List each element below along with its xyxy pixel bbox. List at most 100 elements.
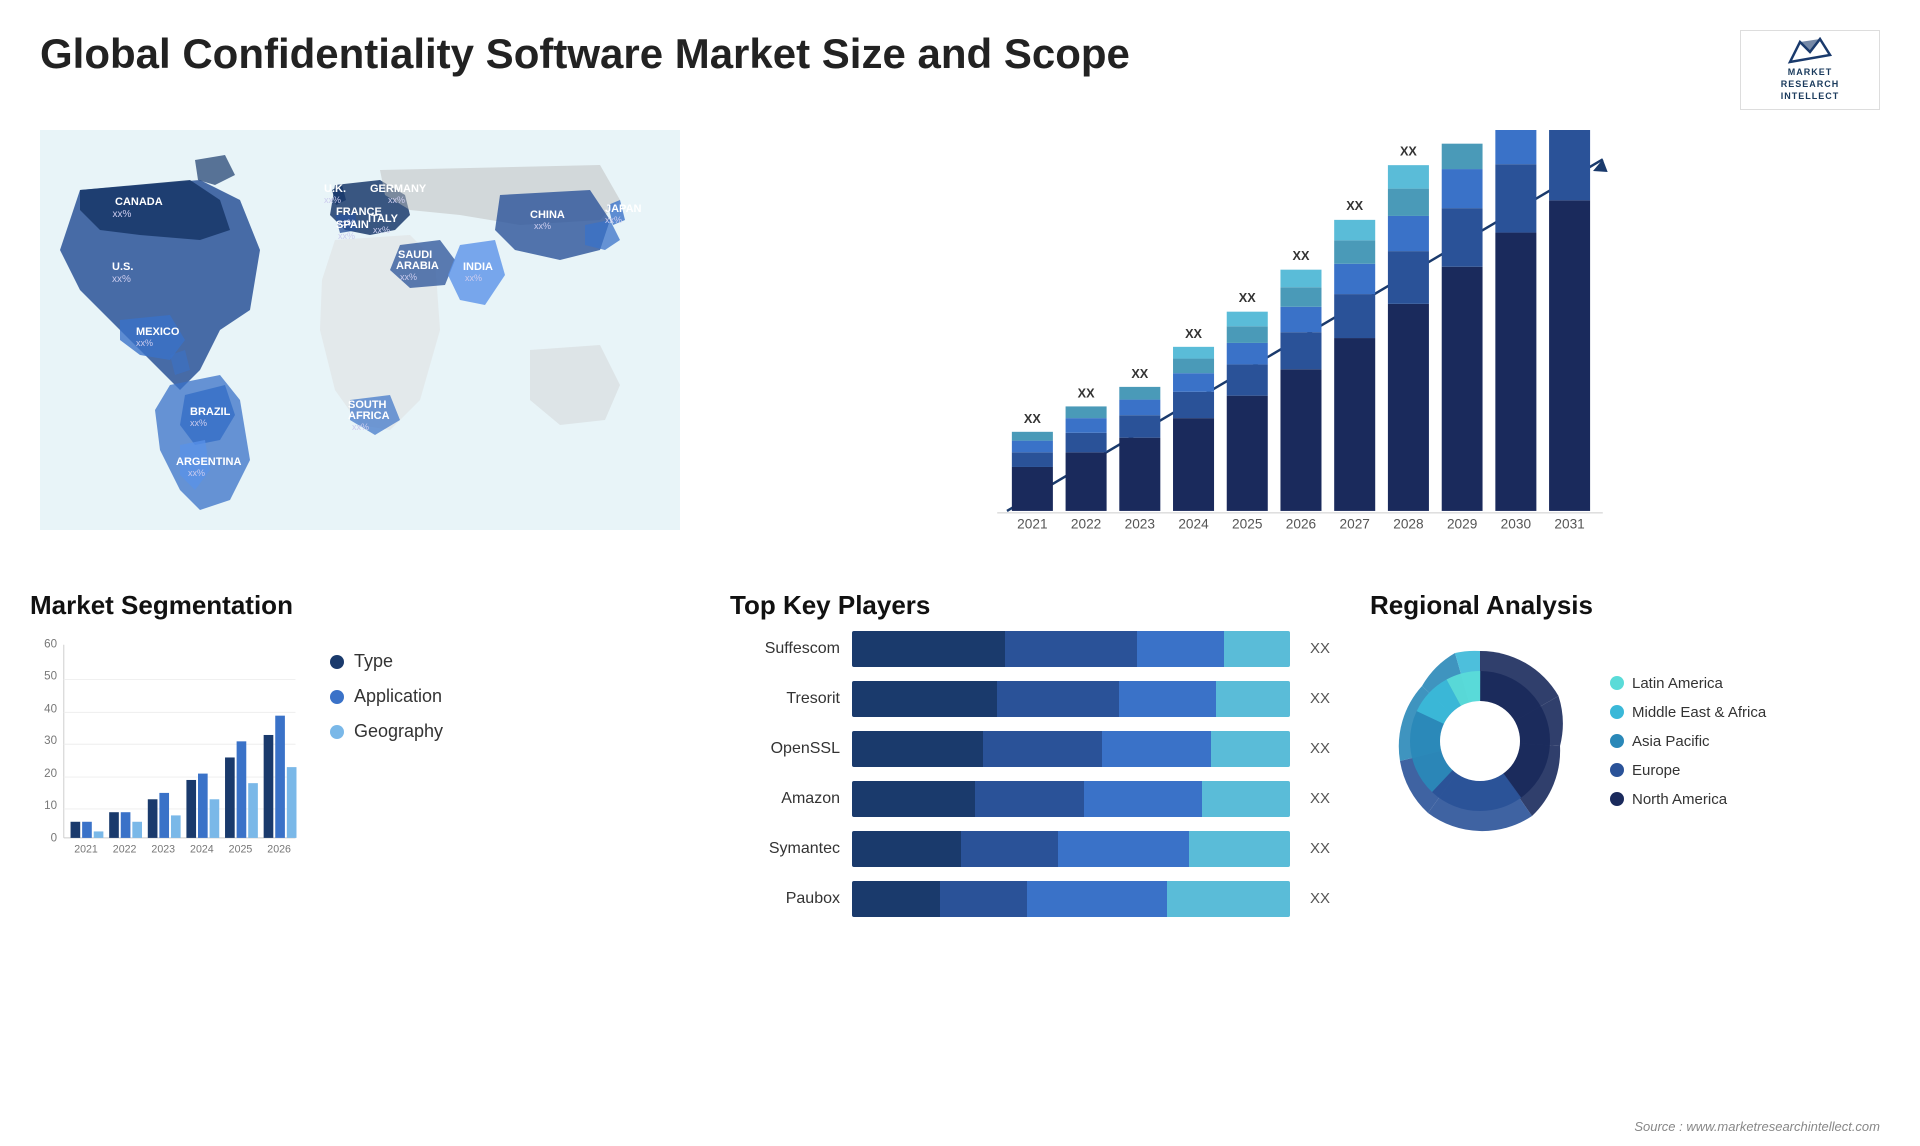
player-name-5: Paubox bbox=[730, 890, 840, 908]
player-bar-5 bbox=[852, 881, 1290, 917]
logo-icon bbox=[1785, 37, 1835, 67]
svg-text:xx%: xx% bbox=[338, 231, 355, 241]
svg-text:CHINA: CHINA bbox=[530, 209, 565, 221]
svg-text:2031: 2031 bbox=[1554, 517, 1584, 532]
player-name-3: Amazon bbox=[730, 790, 840, 808]
application-dot bbox=[330, 690, 344, 704]
player-paubox: Paubox XX bbox=[730, 881, 1330, 917]
legend-europe: Europe bbox=[1610, 762, 1766, 779]
player-openssl: OpenSSL XX bbox=[730, 731, 1330, 767]
svg-text:2022: 2022 bbox=[113, 843, 137, 855]
europe-label: Europe bbox=[1632, 762, 1680, 779]
svg-text:xx%: xx% bbox=[605, 215, 622, 225]
svg-text:40: 40 bbox=[44, 703, 57, 715]
player-suffescom: Suffescom XX bbox=[730, 631, 1330, 667]
world-map-svg: CANADA xx% U.S. xx% MEXICO xx% BRAZIL xx… bbox=[40, 130, 680, 530]
middle-east-africa-label: Middle East & Africa bbox=[1632, 704, 1766, 721]
svg-text:INDIA: INDIA bbox=[463, 261, 493, 273]
regional-title: Regional Analysis bbox=[1370, 590, 1890, 621]
svg-text:xx%: xx% bbox=[136, 338, 153, 348]
north-america-dot bbox=[1610, 792, 1624, 806]
svg-text:MEXICO: MEXICO bbox=[136, 326, 180, 338]
svg-text:XX: XX bbox=[1400, 144, 1417, 158]
svg-text:2022: 2022 bbox=[1071, 517, 1101, 532]
legend-geography: Geography bbox=[330, 721, 443, 742]
page-title: Global Confidentiality Software Market S… bbox=[40, 30, 1130, 78]
segmentation-section: Market Segmentation 0 10 20 30 40 50 60 bbox=[20, 590, 700, 931]
svg-text:2025: 2025 bbox=[1232, 517, 1263, 532]
segmentation-chart: 0 10 20 30 40 50 60 bbox=[30, 631, 310, 871]
latin-america-label: Latin America bbox=[1632, 675, 1723, 692]
svg-text:XX: XX bbox=[1346, 199, 1363, 213]
svg-text:SPAIN: SPAIN bbox=[336, 219, 369, 231]
bottom-row: Market Segmentation 0 10 20 30 40 50 60 bbox=[0, 580, 1920, 941]
player-name-1: Tresorit bbox=[730, 690, 840, 708]
svg-text:xx%: xx% bbox=[324, 195, 341, 205]
key-players-title: Top Key Players bbox=[730, 590, 1330, 621]
regional-content: Latin America Middle East & Africa Asia … bbox=[1370, 631, 1890, 851]
player-symantec: Symantec XX bbox=[730, 831, 1330, 867]
svg-text:50: 50 bbox=[44, 671, 57, 683]
svg-text:20: 20 bbox=[44, 768, 57, 780]
svg-text:XX: XX bbox=[1131, 367, 1148, 381]
svg-text:2030: 2030 bbox=[1501, 517, 1532, 532]
logo-text: MARKETRESEARCHINTELLECT bbox=[1781, 67, 1840, 102]
application-label: Application bbox=[354, 686, 442, 707]
player-tresorit: Tresorit XX bbox=[730, 681, 1330, 717]
svg-text:2026: 2026 bbox=[1286, 517, 1316, 532]
player-bar-1 bbox=[852, 681, 1290, 717]
asia-pacific-label: Asia Pacific bbox=[1632, 733, 1710, 750]
header: Global Confidentiality Software Market S… bbox=[0, 0, 1920, 120]
svg-text:CANADA: CANADA bbox=[115, 196, 163, 208]
svg-text:XX: XX bbox=[1239, 291, 1256, 305]
svg-text:xx%: xx% bbox=[113, 209, 132, 220]
logo-box: MARKETRESEARCHINTELLECT bbox=[1740, 30, 1880, 110]
legend-latin-america: Latin America bbox=[1610, 675, 1766, 692]
middle-east-africa-dot bbox=[1610, 705, 1624, 719]
svg-text:xx%: xx% bbox=[534, 221, 551, 231]
donut-chart bbox=[1370, 631, 1590, 851]
svg-text:2025: 2025 bbox=[229, 843, 253, 855]
svg-text:xx%: xx% bbox=[388, 195, 405, 205]
logo-area: MARKETRESEARCHINTELLECT bbox=[1740, 30, 1880, 110]
type-dot bbox=[330, 655, 344, 669]
latin-america-dot bbox=[1610, 676, 1624, 690]
legend-north-america: North America bbox=[1610, 791, 1766, 808]
legend-middle-east-africa: Middle East & Africa bbox=[1610, 704, 1766, 721]
player-xx-4: XX bbox=[1310, 831, 1330, 867]
legend-application: Application bbox=[330, 686, 443, 707]
map-container: CANADA xx% U.S. xx% MEXICO xx% BRAZIL xx… bbox=[40, 130, 680, 550]
svg-text:2021: 2021 bbox=[1017, 517, 1047, 532]
svg-text:xx%: xx% bbox=[352, 422, 369, 432]
svg-text:xx%: xx% bbox=[373, 225, 390, 235]
svg-text:2028: 2028 bbox=[1393, 517, 1423, 532]
regional-section: Regional Analysis bbox=[1360, 590, 1900, 931]
growth-bar-chart: XX XX XX XX bbox=[740, 130, 1860, 550]
player-bar-4 bbox=[852, 831, 1290, 867]
svg-text:ITALY: ITALY bbox=[368, 213, 399, 225]
svg-text:XX: XX bbox=[1293, 249, 1310, 263]
bar-chart-container: XX XX XX XX bbox=[740, 130, 1860, 550]
legend-asia-pacific: Asia Pacific bbox=[1610, 733, 1766, 750]
svg-text:U.S.: U.S. bbox=[112, 261, 133, 273]
source-text: Source : www.marketresearchintellect.com bbox=[1634, 1119, 1880, 1134]
svg-text:xx%: xx% bbox=[465, 273, 482, 283]
svg-text:2023: 2023 bbox=[151, 843, 175, 855]
svg-text:AFRICA: AFRICA bbox=[348, 410, 390, 422]
svg-text:xx%: xx% bbox=[188, 468, 205, 478]
svg-text:10: 10 bbox=[44, 800, 57, 812]
type-label: Type bbox=[354, 651, 393, 672]
north-america-label: North America bbox=[1632, 791, 1727, 808]
player-name-2: OpenSSL bbox=[730, 740, 840, 758]
svg-text:xx%: xx% bbox=[190, 418, 207, 428]
svg-text:xx%: xx% bbox=[400, 272, 417, 282]
svg-text:2023: 2023 bbox=[1125, 517, 1155, 532]
player-bar-3 bbox=[852, 781, 1290, 817]
player-bar-2 bbox=[852, 731, 1290, 767]
map-section: CANADA xx% U.S. xx% MEXICO xx% BRAZIL xx… bbox=[20, 120, 700, 580]
bar-chart-section: XX XX XX XX bbox=[700, 120, 1900, 580]
geography-label: Geography bbox=[354, 721, 443, 742]
legend-type: Type bbox=[330, 651, 443, 672]
svg-text:2026: 2026 bbox=[267, 843, 291, 855]
segmentation-title: Market Segmentation bbox=[30, 590, 690, 621]
